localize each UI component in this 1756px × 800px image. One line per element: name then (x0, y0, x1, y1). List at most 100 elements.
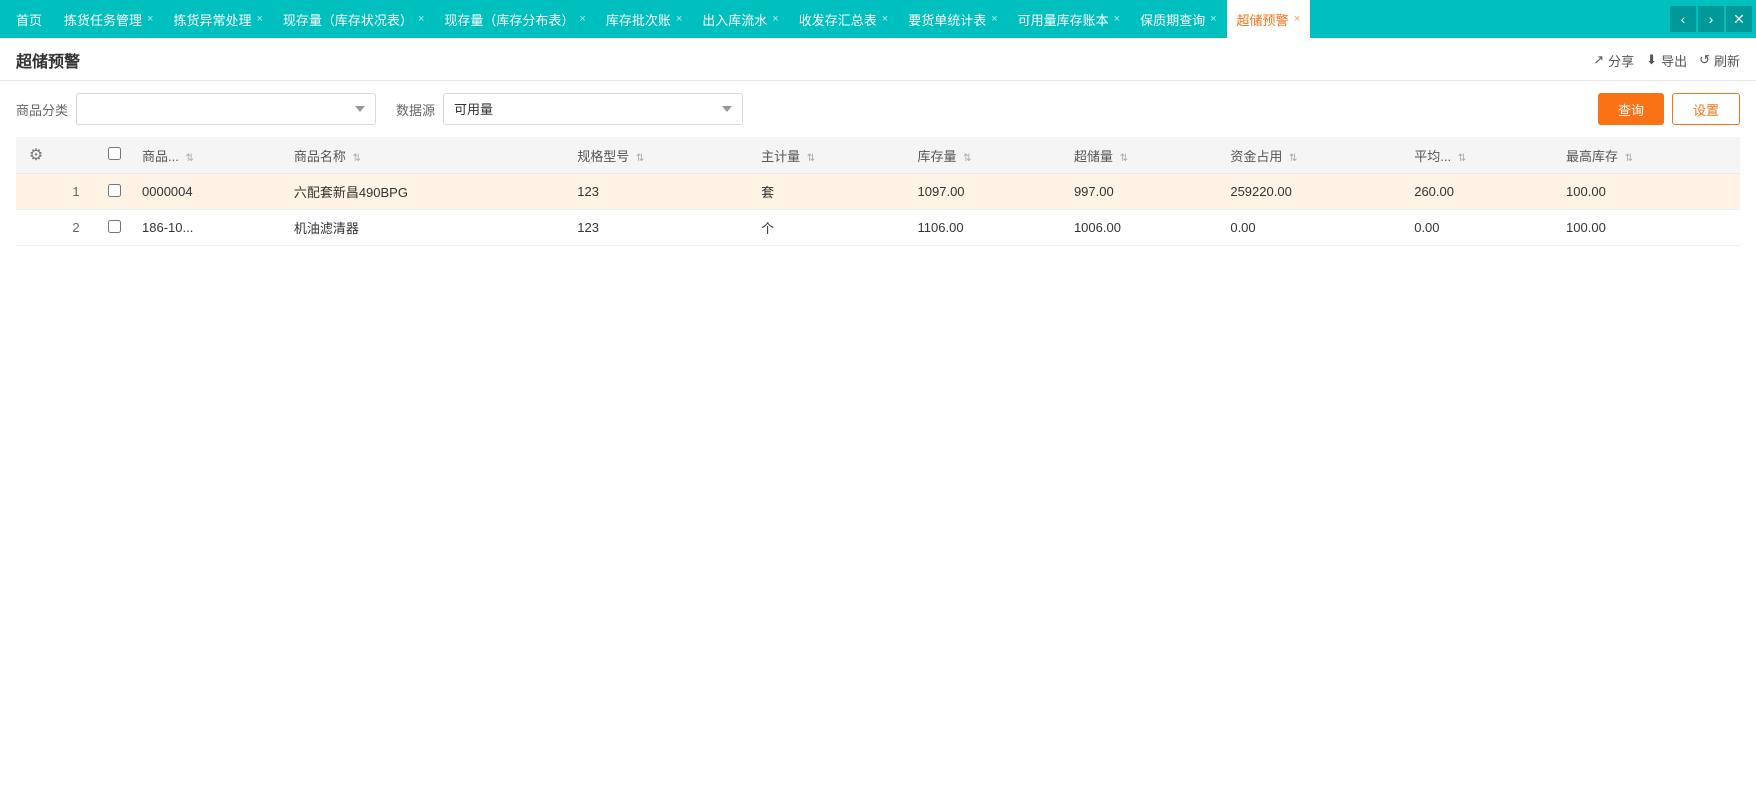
sort-icon-maxstock: ⇅ (1625, 153, 1633, 164)
filter-bar: 商品分类 数据源 可用量 查询 设置 (0, 81, 1756, 137)
nav-tab-close-2[interactable]: × (418, 13, 424, 25)
col-header-maxstock[interactable]: 最高库存 ⇅ (1556, 137, 1740, 174)
nav-tab-10[interactable]: 超储预警 × (1227, 0, 1310, 38)
col-header-spec[interactable]: 规格型号 ⇅ (567, 137, 751, 174)
category-filter-group: 商品分类 (16, 93, 376, 125)
category-filter-label: 商品分类 (16, 100, 68, 119)
row-spec-0: 123 (567, 174, 751, 210)
row-no-0: 1 (56, 174, 96, 210)
sort-icon-name: ⇅ (352, 153, 360, 164)
col-header-settings[interactable]: ⚙ (16, 137, 56, 174)
data-table-wrapper: ⚙ 商品... ⇅ 商品名称 ⇅ 规格型号 ⇅ (0, 137, 1756, 246)
row-stock-0: 1097.00 (908, 174, 1064, 210)
nav-arrow-close[interactable]: ✕ (1726, 6, 1752, 32)
row-settings-0 (16, 174, 56, 210)
nav-tab-close-0[interactable]: × (147, 13, 153, 25)
nav-home[interactable]: 首页 (4, 10, 54, 29)
row-avg-1: 0.00 (1404, 210, 1556, 246)
row-select-checkbox-0[interactable] (108, 184, 121, 197)
sort-icon-capital: ⇅ (1289, 153, 1297, 164)
row-avg-0: 260.00 (1404, 174, 1556, 210)
nav-tab-1[interactable]: 拣货异常处理 × (163, 0, 272, 38)
select-all-checkbox[interactable] (108, 147, 121, 160)
sort-icon-spec: ⇅ (636, 153, 644, 164)
col-header-checkbox[interactable] (96, 137, 132, 174)
row-code-1: 186-10... (132, 210, 284, 246)
row-unit-1: 个 (751, 210, 907, 246)
nav-tab-5[interactable]: 出入库流水 × (692, 0, 788, 38)
row-maxstock-0: 100.00 (1556, 174, 1740, 210)
table-row: 2 186-10... 机油滤清器 123 个 1106.00 1006.00 … (16, 210, 1740, 246)
row-stock-1: 1106.00 (908, 210, 1064, 246)
sort-icon-avg: ⇅ (1458, 153, 1466, 164)
query-button[interactable]: 查询 (1598, 93, 1664, 125)
col-header-overstock[interactable]: 超储量 ⇅ (1064, 137, 1220, 174)
col-header-unit[interactable]: 主计量 ⇅ (751, 137, 907, 174)
nav-tab-4[interactable]: 库存批次账 × (596, 0, 692, 38)
data-table: ⚙ 商品... ⇅ 商品名称 ⇅ 规格型号 ⇅ (16, 137, 1740, 246)
nav-tab-3[interactable]: 现存量（库存分布表） × (434, 0, 595, 38)
nav-tab-2[interactable]: 现存量（库存状况表） × (273, 0, 434, 38)
col-header-name[interactable]: 商品名称 ⇅ (284, 137, 567, 174)
nav-tab-close-7[interactable]: × (991, 13, 997, 25)
nav-tab-6[interactable]: 收发存汇总表 × (789, 0, 898, 38)
col-header-capital[interactable]: 资金占用 ⇅ (1220, 137, 1404, 174)
row-no-1: 2 (56, 210, 96, 246)
nav-arrow-group: ‹ › ✕ (1670, 6, 1752, 32)
row-name-0: 六配套新昌490BPG (284, 174, 567, 210)
sort-icon-unit: ⇅ (807, 153, 815, 164)
top-navigation: 首页 拣货任务管理 × 拣货异常处理 × 现存量（库存状况表） × 现存量（库存… (0, 0, 1756, 38)
export-icon: ⬇ (1646, 52, 1657, 68)
refresh-icon: ↺ (1699, 52, 1710, 68)
col-header-code[interactable]: 商品... ⇅ (132, 137, 284, 174)
nav-tab-0[interactable]: 拣货任务管理 × (54, 0, 163, 38)
nav-arrow-right[interactable]: › (1698, 6, 1724, 32)
nav-tab-close-4[interactable]: × (676, 13, 682, 25)
filter-actions: 查询 设置 (1598, 93, 1740, 125)
table-header-row: ⚙ 商品... ⇅ 商品名称 ⇅ 规格型号 ⇅ (16, 137, 1740, 174)
row-spec-1: 123 (567, 210, 751, 246)
nav-tab-close-6[interactable]: × (882, 13, 888, 25)
row-overstock-1: 1006.00 (1064, 210, 1220, 246)
share-button[interactable]: ↗ 分享 (1593, 51, 1634, 70)
col-header-stock[interactable]: 库存量 ⇅ (908, 137, 1064, 174)
nav-tab-close-5[interactable]: × (772, 13, 778, 25)
row-unit-0: 套 (751, 174, 907, 210)
sort-icon-stock: ⇅ (963, 153, 971, 164)
settings-button[interactable]: 设置 (1672, 93, 1740, 125)
row-checkbox-0[interactable] (96, 174, 132, 210)
row-capital-0: 259220.00 (1220, 174, 1404, 210)
col-header-no (56, 137, 96, 174)
settings-gear-icon[interactable]: ⚙ (29, 147, 43, 164)
row-capital-1: 0.00 (1220, 210, 1404, 246)
row-select-checkbox-1[interactable] (108, 220, 121, 233)
page-header: 超储预警 ↗ 分享 ⬇ 导出 ↺ 刷新 (0, 38, 1756, 81)
nav-tab-9[interactable]: 保质期查询 × (1130, 0, 1226, 38)
page-title: 超储预警 (16, 48, 80, 72)
export-button[interactable]: ⬇ 导出 (1646, 51, 1687, 70)
datasource-filter-group: 数据源 可用量 (396, 93, 743, 125)
nav-tab-close-8[interactable]: × (1114, 13, 1120, 25)
sort-icon-overstock: ⇅ (1120, 153, 1128, 164)
refresh-button[interactable]: ↺ 刷新 (1699, 51, 1740, 70)
row-checkbox-1[interactable] (96, 210, 132, 246)
header-actions: ↗ 分享 ⬇ 导出 ↺ 刷新 (1593, 51, 1740, 70)
row-code-0: 0000004 (132, 174, 284, 210)
row-settings-1 (16, 210, 56, 246)
nav-tab-close-1[interactable]: × (256, 13, 262, 25)
row-maxstock-1: 100.00 (1556, 210, 1740, 246)
nav-tab-close-3[interactable]: × (579, 13, 585, 25)
category-filter-select[interactable] (76, 93, 376, 125)
share-icon: ↗ (1593, 52, 1604, 68)
nav-arrow-left[interactable]: ‹ (1670, 6, 1696, 32)
nav-tab-8[interactable]: 可用量库存账本 × (1008, 0, 1130, 38)
nav-tab-7[interactable]: 要货单统计表 × (898, 0, 1007, 38)
row-overstock-0: 997.00 (1064, 174, 1220, 210)
sort-icon-code: ⇅ (185, 153, 193, 164)
nav-tab-close-10[interactable]: × (1294, 13, 1300, 25)
nav-tab-close-9[interactable]: × (1210, 13, 1216, 25)
row-name-1: 机油滤清器 (284, 210, 567, 246)
datasource-filter-label: 数据源 (396, 100, 435, 119)
col-header-avg[interactable]: 平均... ⇅ (1404, 137, 1556, 174)
datasource-filter-select[interactable]: 可用量 (443, 93, 743, 125)
